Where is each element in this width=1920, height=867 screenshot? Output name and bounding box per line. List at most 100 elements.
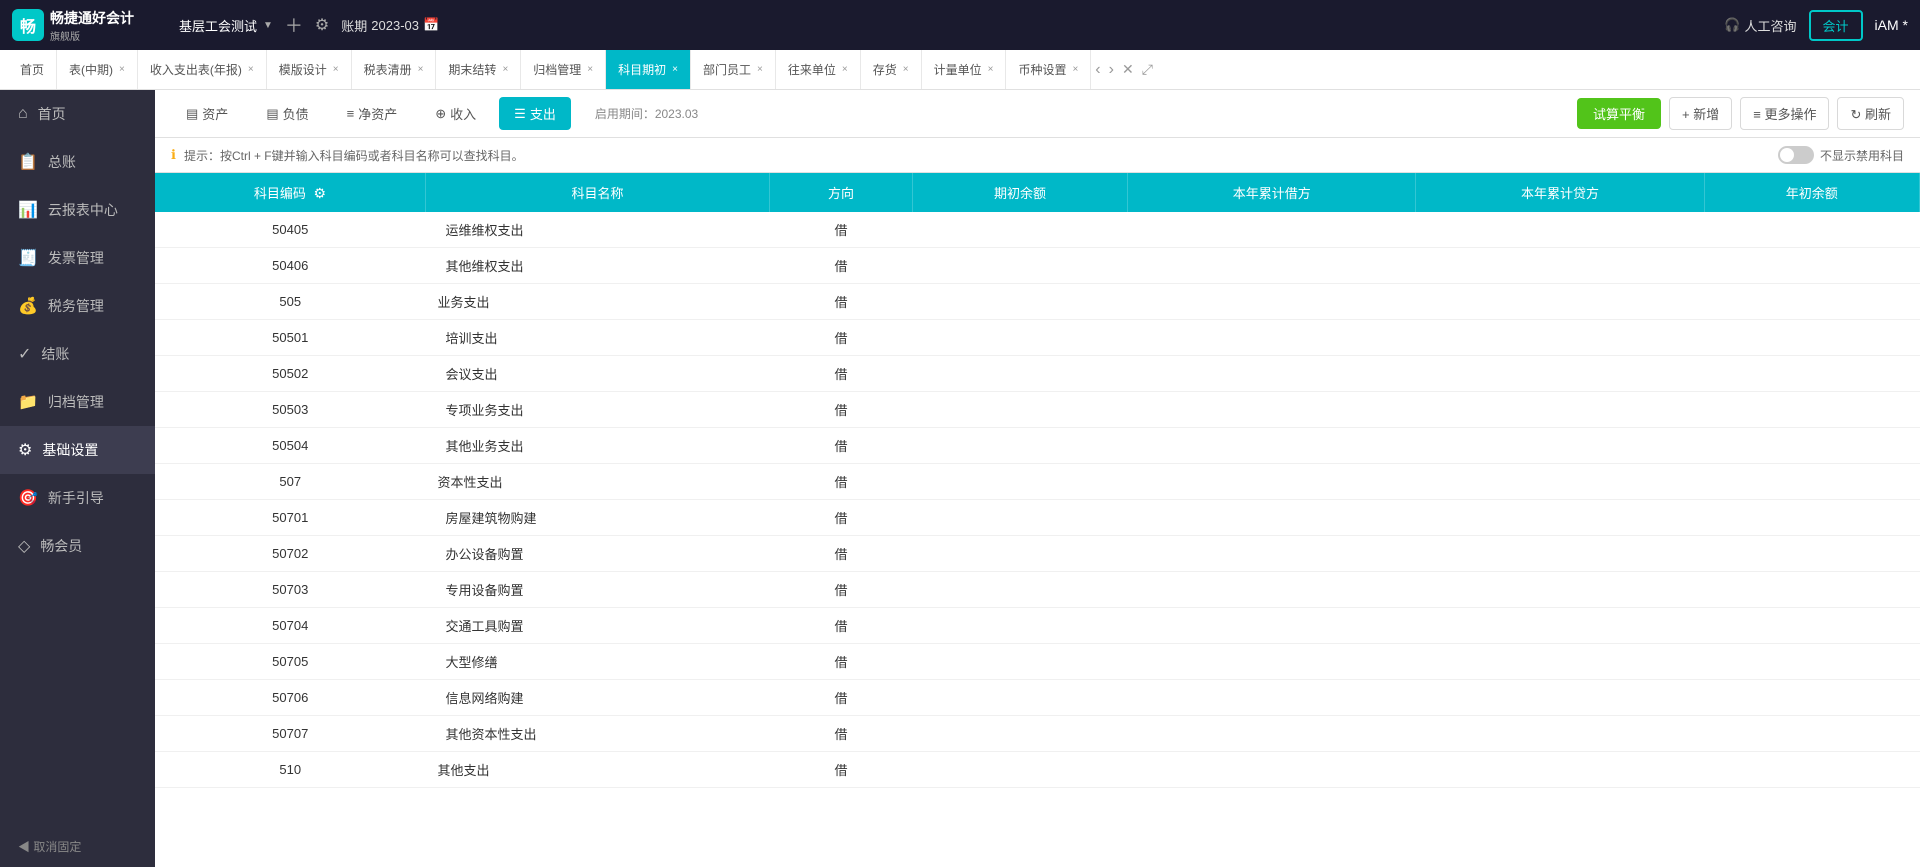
cell-year-opening [1704,356,1919,392]
table-row[interactable]: 50705 大型修缮 借 [155,644,1920,680]
tab-period-end[interactable]: 期末结转 × [436,50,521,90]
sidebar-pin-button[interactable]: ◀ 取消固定 [0,826,155,867]
tab-close-all[interactable]: ✕ [1118,61,1138,78]
sidebar-item-archive[interactable]: 📁 归档管理 [0,378,155,426]
close-tab-archive[interactable]: × [587,64,593,75]
cat-tab-net-asset[interactable]: ≡ 净资产 [332,97,413,130]
category-tabs-bar: ▤ 资产 ▤ 负债 ≡ 净资产 ⊕ 收入 ☰ 支出 启用期间：2023.03 试… [155,90,1920,138]
table-row[interactable]: 50405 运维维权支出 借 [155,212,1920,248]
cell-ytd-credit [1416,248,1704,284]
cell-name: 培训支出 [426,320,770,356]
sidebar-item-checkout[interactable]: ✓ 结账 [0,330,155,378]
cell-ytd-debit [1128,608,1416,644]
cell-opening [912,284,1127,320]
refresh-button[interactable]: ↻ 刷新 [1837,97,1904,130]
close-tab-income-expense[interactable]: × [248,64,254,75]
close-tab-balance-mid[interactable]: × [119,64,125,75]
cell-name: 其他维权支出 [426,248,770,284]
cell-ytd-debit [1128,356,1416,392]
cat-tab-expense[interactable]: ☰ 支出 [499,97,571,130]
close-tab-inventory[interactable]: × [903,64,909,75]
cell-ytd-debit [1128,752,1416,788]
close-tab-currency[interactable]: × [1072,64,1078,75]
tab-nav-left[interactable]: ‹ [1091,61,1104,79]
tab-balance-mid[interactable]: 表(中期) × [57,50,138,90]
company-name: 基层工会测试 [179,16,257,35]
cell-direction: 借 [770,716,913,752]
close-tab-tax-clear[interactable]: × [418,64,424,75]
toggle-disabled-subjects[interactable]: 不显示禁用科目 [1778,146,1904,164]
close-tab-dept-staff[interactable]: × [757,64,763,75]
add-button[interactable]: + 新增 [1669,97,1732,130]
company-selector[interactable]: 基层工会测试 ▼ [179,16,273,35]
sidebar-item-tax[interactable]: 💰 税务管理 [0,282,155,330]
table-row[interactable]: 50703 专用设备购置 借 [155,572,1920,608]
table-row[interactable]: 50706 信息网络购建 借 [155,680,1920,716]
table-row[interactable]: 50503 专项业务支出 借 [155,392,1920,428]
table-row[interactable]: 50406 其他维权支出 借 [155,248,1920,284]
tab-home[interactable]: 首页 [8,50,57,90]
table-row[interactable]: 510 其他支出 借 [155,752,1920,788]
account-button[interactable]: 会计 [1809,10,1863,41]
tab-subject-init[interactable]: 科目期初 × [606,50,691,90]
sidebar-item-invoice[interactable]: 🧾 发票管理 [0,234,155,282]
table-row[interactable]: 50501 培训支出 借 [155,320,1920,356]
income-icon: ⊕ [435,106,446,122]
calendar-icon[interactable]: 📅 [423,17,439,33]
add-workspace-button[interactable]: ＋ [285,12,303,38]
cell-opening [912,572,1127,608]
cell-ytd-debit [1128,572,1416,608]
table-row[interactable]: 50502 会议支出 借 [155,356,1920,392]
tab-inventory[interactable]: 存货 × [861,50,922,90]
tab-template[interactable]: 模版设计 × [267,50,352,90]
column-settings-icon[interactable]: ⚙ [314,185,327,201]
pin-label: ◀ 取消固定 [18,838,81,855]
cell-code: 50406 [155,248,426,284]
more-actions-button[interactable]: ≡ 更多操作 [1740,97,1829,130]
cat-tab-asset[interactable]: ▤ 资产 [171,97,243,130]
cell-direction: 借 [770,428,913,464]
cell-year-opening [1704,284,1919,320]
table-row[interactable]: 507 资本性支出 借 [155,464,1920,500]
sidebar-item-settings[interactable]: ⚙ 基础设置 [0,426,155,474]
tab-unit[interactable]: 计量单位 × [922,50,1007,90]
table-row[interactable]: 50704 交通工具购置 借 [155,608,1920,644]
col-header-code: 科目编码 ⚙ [155,173,426,212]
close-tab-subject-init[interactable]: × [672,64,678,75]
settings-icon[interactable]: ⚙ [315,15,329,35]
tab-archive[interactable]: 归档管理 × [521,50,606,90]
sidebar-item-ledger[interactable]: 📋 总账 [0,138,155,186]
table-row[interactable]: 50707 其他资本性支出 借 [155,716,1920,752]
tab-tax-clear[interactable]: 税表清册 × [352,50,437,90]
close-tab-customers[interactable]: × [842,64,848,75]
cat-tab-income[interactable]: ⊕ 收入 [420,97,491,130]
cell-opening [912,752,1127,788]
table-row[interactable]: 50702 办公设备购置 借 [155,536,1920,572]
tab-income-expense[interactable]: 收入支出表(年报) × [138,50,267,90]
sidebar-item-home[interactable]: ⌂ 首页 [0,90,155,138]
cell-year-opening [1704,392,1919,428]
table-row[interactable]: 50701 房屋建筑物购建 借 [155,500,1920,536]
cell-ytd-credit [1416,572,1704,608]
close-tab-period-end[interactable]: × [502,64,508,75]
balance-button[interactable]: 试算平衡 [1577,98,1661,129]
tab-expand[interactable]: ⤢ [1138,61,1157,78]
cell-opening [912,428,1127,464]
close-tab-unit[interactable]: × [988,64,994,75]
guide-icon: 🎯 [18,488,38,508]
sidebar-item-report[interactable]: 📊 云报表中心 [0,186,155,234]
table-row[interactable]: 505 业务支出 借 [155,284,1920,320]
tab-currency[interactable]: 币种设置 × [1006,50,1091,90]
support-button[interactable]: 🎧 人工咨询 [1724,16,1796,35]
close-tab-template[interactable]: × [333,64,339,75]
table-row[interactable]: 50504 其他业务支出 借 [155,428,1920,464]
tab-nav-right[interactable]: › [1105,61,1118,79]
sidebar-item-member[interactable]: ◇ 畅会员 [0,522,155,570]
toggle-switch[interactable] [1778,146,1814,164]
tab-dept-staff[interactable]: 部门员工 × [691,50,776,90]
sidebar-item-guide[interactable]: 🎯 新手引导 [0,474,155,522]
cell-year-opening [1704,464,1919,500]
cell-direction: 借 [770,212,913,248]
tab-customers[interactable]: 往来单位 × [776,50,861,90]
cat-tab-liability[interactable]: ▤ 负债 [251,97,323,130]
